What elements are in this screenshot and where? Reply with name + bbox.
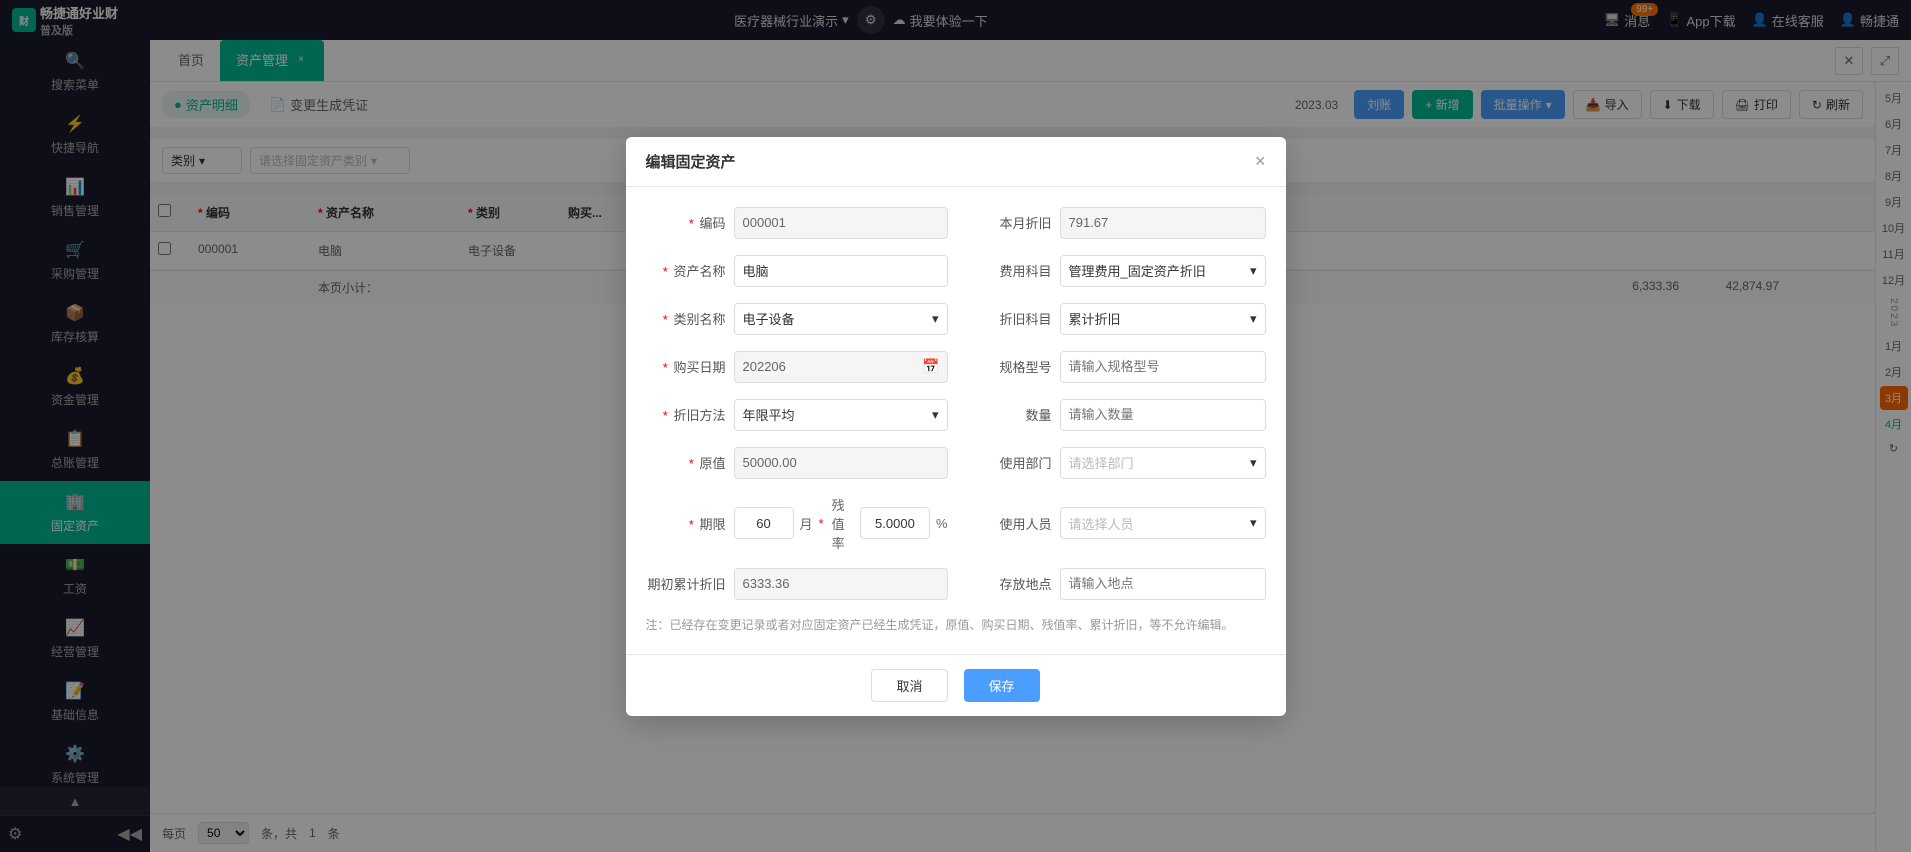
date-input-wrapper: 📅 xyxy=(734,351,948,383)
modal-header: 编辑固定资产 × xyxy=(626,137,1286,187)
expense-subject-label: 费用科目 xyxy=(972,261,1052,280)
chevron-down-icon: ▾ xyxy=(932,407,939,423)
accumulated-input[interactable] xyxy=(734,568,948,600)
dep-subject-select[interactable]: 累计折旧 ▾ xyxy=(1060,303,1266,335)
form-row-location: 存放地点 xyxy=(972,568,1266,600)
code-input[interactable] xyxy=(734,207,948,239)
original-input[interactable] xyxy=(734,447,948,479)
form-row-quantity: 数量 xyxy=(972,399,1266,431)
person-label: 使用人员 xyxy=(972,514,1052,533)
chevron-down-icon: ▾ xyxy=(1250,311,1257,327)
form-row-monthly-dep: 本月折旧 xyxy=(972,207,1266,239)
method-label: * 折旧方法 xyxy=(646,405,726,424)
modal-title: 编辑固定资产 xyxy=(646,151,736,172)
code-label: * 编码 xyxy=(646,213,726,232)
chevron-down-icon: ▾ xyxy=(932,311,939,327)
category-label: * 类别名称 xyxy=(646,309,726,328)
monthly-dep-input xyxy=(1060,207,1266,239)
person-select[interactable]: 请选择人员 ▾ xyxy=(1060,507,1266,539)
method-select[interactable]: 年限平均 ▾ xyxy=(734,399,948,431)
modal-footer: 取消 保存 xyxy=(626,654,1286,716)
save-button[interactable]: 保存 xyxy=(964,669,1040,702)
calendar-icon[interactable]: 📅 xyxy=(922,358,939,375)
form-row-spec: 规格型号 xyxy=(972,351,1266,383)
location-input[interactable] xyxy=(1060,568,1266,600)
residual-rate-label: 残值率 xyxy=(832,495,854,552)
chevron-down-icon: ▾ xyxy=(1250,263,1257,279)
chevron-down-icon: ▾ xyxy=(1250,515,1257,531)
form-row-original: * 原值 xyxy=(646,447,948,479)
category-select[interactable]: 电子设备 ▾ xyxy=(734,303,948,335)
modal-overlay: 编辑固定资产 × * 编码 本月折旧 xyxy=(0,0,1911,852)
form-row-accumulated: 期初累计折旧 xyxy=(646,568,948,600)
form-row-purchase-date: * 购买日期 📅 xyxy=(646,351,948,383)
modal-body: * 编码 本月折旧 * 资产名称 xyxy=(626,187,1286,654)
form-row-category: * 类别名称 电子设备 ▾ xyxy=(646,303,948,335)
accumulated-label: 期初累计折旧 xyxy=(646,574,726,593)
dep-subject-label: 折旧科目 xyxy=(972,309,1052,328)
residual-unit: % xyxy=(936,516,948,531)
location-label: 存放地点 xyxy=(972,574,1052,593)
chevron-down-icon: ▾ xyxy=(1250,455,1257,471)
form-grid: * 编码 本月折旧 * 资产名称 xyxy=(646,207,1266,634)
monthly-dep-label: 本月折旧 xyxy=(972,213,1052,232)
edit-fixed-asset-modal: 编辑固定资产 × * 编码 本月折旧 xyxy=(626,137,1286,716)
period-input[interactable] xyxy=(734,507,794,539)
spec-input[interactable] xyxy=(1060,351,1266,383)
form-row-person: 使用人员 请选择人员 ▾ xyxy=(972,495,1266,552)
form-row-period: * 期限 月 * 残值率 % xyxy=(646,495,948,552)
period-unit: 月 xyxy=(800,514,813,533)
original-label: * 原值 xyxy=(646,453,726,472)
cancel-button[interactable]: 取消 xyxy=(871,669,947,702)
department-select[interactable]: 请选择部门 ▾ xyxy=(1060,447,1266,479)
name-label: * 资产名称 xyxy=(646,261,726,280)
quantity-input[interactable] xyxy=(1060,399,1266,431)
quantity-label: 数量 xyxy=(972,405,1052,424)
purchase-date-input[interactable] xyxy=(734,351,948,383)
form-row-method: * 折旧方法 年限平均 ▾ xyxy=(646,399,948,431)
period-row: 月 * 残值率 % xyxy=(734,495,948,552)
purchase-date-label: * 购买日期 xyxy=(646,357,726,376)
name-input[interactable] xyxy=(734,255,948,287)
expense-subject-select[interactable]: 管理费用_固定资产折旧 ▾ xyxy=(1060,255,1266,287)
period-label: * 期限 xyxy=(646,514,726,533)
form-row-name: * 资产名称 xyxy=(646,255,948,287)
spec-label: 规格型号 xyxy=(972,357,1052,376)
modal-close-icon[interactable]: × xyxy=(1255,151,1266,172)
form-row-expense-subject: 费用科目 管理费用_固定资产折旧 ▾ xyxy=(972,255,1266,287)
form-row-code: * 编码 xyxy=(646,207,948,239)
department-label: 使用部门 xyxy=(972,453,1052,472)
form-note: 注：已经存在变更记录或者对应固定资产已经生成凭证，原值、购买日期、残值率、累计折… xyxy=(646,616,1266,634)
form-row-dep-subject: 折旧科目 累计折旧 ▾ xyxy=(972,303,1266,335)
form-row-department: 使用部门 请选择部门 ▾ xyxy=(972,447,1266,479)
residual-input[interactable] xyxy=(860,507,930,539)
